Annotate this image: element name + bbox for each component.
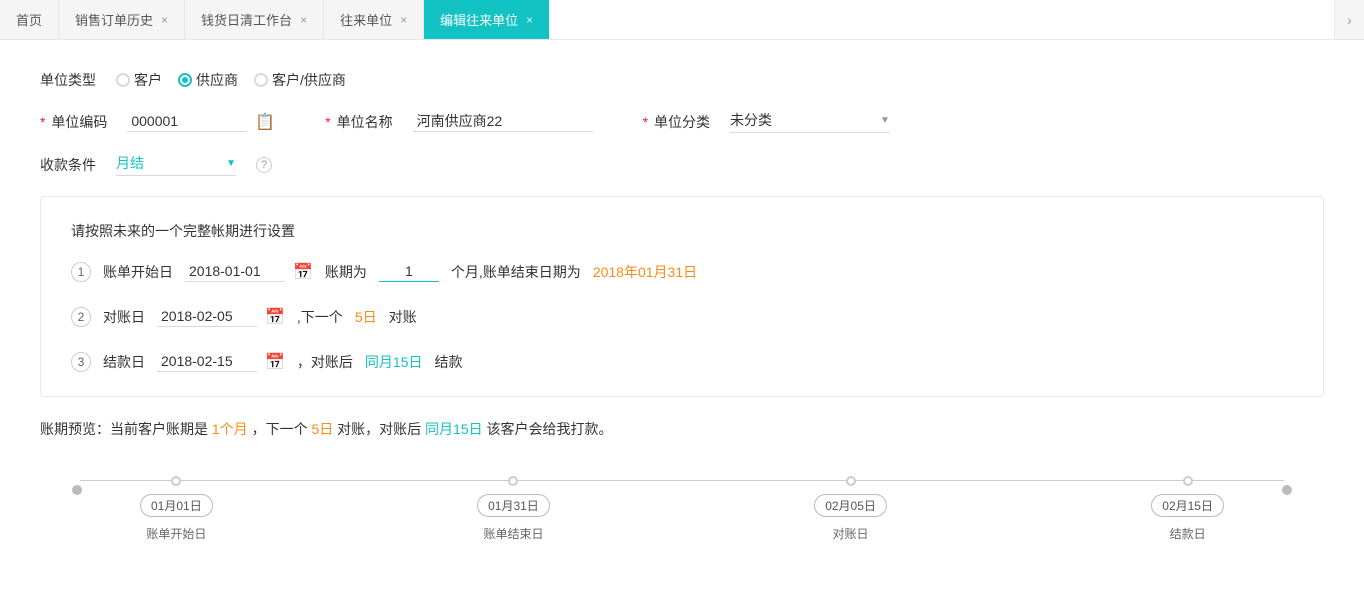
payment-date-wrapper: 📅 bbox=[157, 351, 285, 372]
timeline-label-0: 账单开始日 bbox=[146, 525, 206, 542]
card-title: 请按照未来的一个完整帐期进行设置 bbox=[71, 221, 1293, 241]
unit-category-label: * 单位分类 bbox=[643, 112, 710, 132]
unit-code-label: * 单位编码 bbox=[40, 112, 107, 132]
timeline-pill-1: 01月31日 bbox=[477, 494, 550, 517]
tab-cash-desk[interactable]: 钱货日清工作台 × bbox=[185, 0, 324, 39]
period-label: 账期为 bbox=[325, 262, 367, 282]
start-date-cal-icon[interactable]: 📅 bbox=[293, 262, 313, 282]
start-date-input[interactable] bbox=[185, 261, 285, 282]
timeline-node-0: 01月01日 账单开始日 bbox=[140, 476, 213, 542]
row-num-1: 1 bbox=[71, 262, 91, 282]
unit-category-dropdown[interactable]: 未分类 ▼ bbox=[730, 110, 890, 133]
timeline-node-3: 02月15日 结款日 bbox=[1151, 476, 1224, 542]
preview-highlight2: 5日 bbox=[311, 421, 333, 437]
preview-text: 账期预览：当前客户账期是 1个月 ，下一个 5日 对账，对账后 同月15日 该客… bbox=[40, 417, 1324, 442]
unit-name-input[interactable] bbox=[413, 111, 593, 132]
setting-row-1: 1 账单开始日 📅 账期为 个月,账单结束日期为 2018年01月31日 bbox=[71, 261, 1293, 282]
reconcile-suffix-pre: ,下一个 bbox=[297, 307, 343, 327]
timeline-node-1: 01月31日 账单结束日 bbox=[477, 476, 550, 542]
unit-code-input[interactable] bbox=[127, 111, 247, 132]
radio-both[interactable]: 客户/供应商 bbox=[254, 70, 346, 90]
radio-circle-both bbox=[254, 73, 268, 87]
payment-term-row: 收款条件 月结 ▼ ? bbox=[40, 153, 1324, 176]
timeline-dot-0 bbox=[171, 476, 181, 486]
preview-mid1: ，下一个 bbox=[252, 421, 308, 437]
tab-edit-partner[interactable]: 编辑往来单位 × bbox=[424, 0, 550, 39]
unit-type-row: 单位类型 客户 供应商 客户/供应商 bbox=[40, 70, 1324, 90]
settings-card: 请按照未来的一个完整帐期进行设置 1 账单开始日 📅 账期为 个月,账单结束日期… bbox=[40, 196, 1324, 397]
start-date-wrapper: 📅 bbox=[185, 261, 313, 282]
tab-partner-units[interactable]: 往来单位 × bbox=[324, 0, 424, 39]
timeline-start-dot bbox=[72, 485, 82, 495]
timeline-dot-1 bbox=[508, 476, 518, 486]
main-content: 单位类型 客户 供应商 客户/供应商 * 单位编码 📋 * bbox=[0, 40, 1364, 608]
unit-name-label: * 单位名称 bbox=[325, 112, 392, 132]
reconcile-date-wrapper: 📅 bbox=[157, 306, 285, 327]
unit-code-icon[interactable]: 📋 bbox=[255, 112, 275, 132]
timeline-end-dot bbox=[1282, 485, 1292, 495]
unit-category-arrow-icon: ▼ bbox=[880, 115, 890, 126]
tab-close-edit-partner[interactable]: × bbox=[526, 13, 533, 27]
timeline-dot-2 bbox=[846, 476, 856, 486]
label-reconcile-date: 对账日 bbox=[103, 307, 145, 327]
setting-row-3: 3 结款日 📅 ，对账后 同月15日 结款 bbox=[71, 351, 1293, 372]
period-input[interactable] bbox=[379, 261, 439, 282]
reconcile-suffix-post: 对账 bbox=[389, 307, 417, 327]
tab-close-cash-desk[interactable]: × bbox=[300, 13, 307, 27]
timeline-pill-0: 01月01日 bbox=[140, 494, 213, 517]
unit-category-value: 未分类 bbox=[730, 110, 876, 130]
unit-code-wrapper: 📋 bbox=[127, 111, 275, 132]
tab-more-button[interactable]: › bbox=[1334, 0, 1364, 39]
payment-suffix-pre: ，对账后 bbox=[297, 352, 353, 372]
reconcile-day-highlight: 5日 bbox=[355, 307, 377, 327]
timeline-pill-3: 02月15日 bbox=[1151, 494, 1224, 517]
label-start-date: 账单开始日 bbox=[103, 262, 173, 282]
tab-bar: 首页 销售订单历史 × 钱货日清工作台 × 往来单位 × 编辑往来单位 × › bbox=[0, 0, 1364, 40]
preview-mid2: 对账，对账后 bbox=[337, 421, 421, 437]
payment-term-dropdown[interactable]: 月结 ▼ bbox=[116, 153, 236, 176]
payment-suffix-post: 结款 bbox=[435, 352, 463, 372]
tab-home[interactable]: 首页 bbox=[0, 0, 59, 39]
reconcile-date-input[interactable] bbox=[157, 306, 257, 327]
radio-circle-customer bbox=[116, 73, 130, 87]
row-num-2: 2 bbox=[71, 307, 91, 327]
period-suffix-text: 个月,账单结束日期为 bbox=[451, 262, 581, 282]
timeline-nodes: 01月01日 账单开始日 01月31日 账单结束日 02月05日 对账日 02月… bbox=[40, 476, 1324, 542]
payment-term-value: 月结 bbox=[116, 153, 222, 173]
reconcile-date-cal-icon[interactable]: 📅 bbox=[265, 307, 285, 327]
tab-close-sales-history[interactable]: × bbox=[161, 13, 168, 27]
timeline-node-2: 02月05日 对账日 bbox=[814, 476, 887, 542]
preview-highlight1: 1个月 bbox=[212, 421, 248, 437]
payment-term-arrow-icon: ▼ bbox=[226, 158, 236, 169]
payment-date-input[interactable] bbox=[157, 351, 257, 372]
radio-supplier[interactable]: 供应商 bbox=[178, 70, 238, 90]
preview-prefix: 账期预览：当前客户账期是 bbox=[40, 421, 208, 437]
payment-date-cal-icon[interactable]: 📅 bbox=[265, 352, 285, 372]
radio-customer[interactable]: 客户 bbox=[116, 70, 162, 90]
preview-suffix: 该客户会给我打款。 bbox=[487, 421, 613, 437]
timeline-label-2: 对账日 bbox=[833, 525, 869, 542]
label-payment-date: 结款日 bbox=[103, 352, 145, 372]
payment-day-highlight: 同月15日 bbox=[365, 352, 423, 372]
setting-row-2: 2 对账日 📅 ,下一个 5日 对账 bbox=[71, 306, 1293, 327]
unit-type-label: 单位类型 bbox=[40, 70, 96, 90]
timeline-dot-3 bbox=[1183, 476, 1193, 486]
row-num-3: 3 bbox=[71, 352, 91, 372]
help-icon[interactable]: ? bbox=[256, 157, 272, 173]
radio-circle-supplier bbox=[178, 73, 192, 87]
tab-close-partner-units[interactable]: × bbox=[400, 13, 407, 27]
timeline: 01月01日 账单开始日 01月31日 账单结束日 02月05日 对账日 02月… bbox=[40, 466, 1324, 572]
preview-highlight3: 同月15日 bbox=[425, 421, 483, 437]
payment-term-label: 收款条件 bbox=[40, 155, 96, 175]
timeline-label-3: 结款日 bbox=[1170, 525, 1206, 542]
unit-info-row: * 单位编码 📋 * 单位名称 * 单位分类 未分类 ▼ bbox=[40, 110, 1324, 133]
period-end-date: 2018年01月31日 bbox=[593, 262, 697, 282]
timeline-label-1: 账单结束日 bbox=[483, 525, 543, 542]
radio-group-unit-type: 客户 供应商 客户/供应商 bbox=[116, 70, 346, 90]
timeline-pill-2: 02月05日 bbox=[814, 494, 887, 517]
tab-sales-history[interactable]: 销售订单历史 × bbox=[59, 0, 185, 39]
